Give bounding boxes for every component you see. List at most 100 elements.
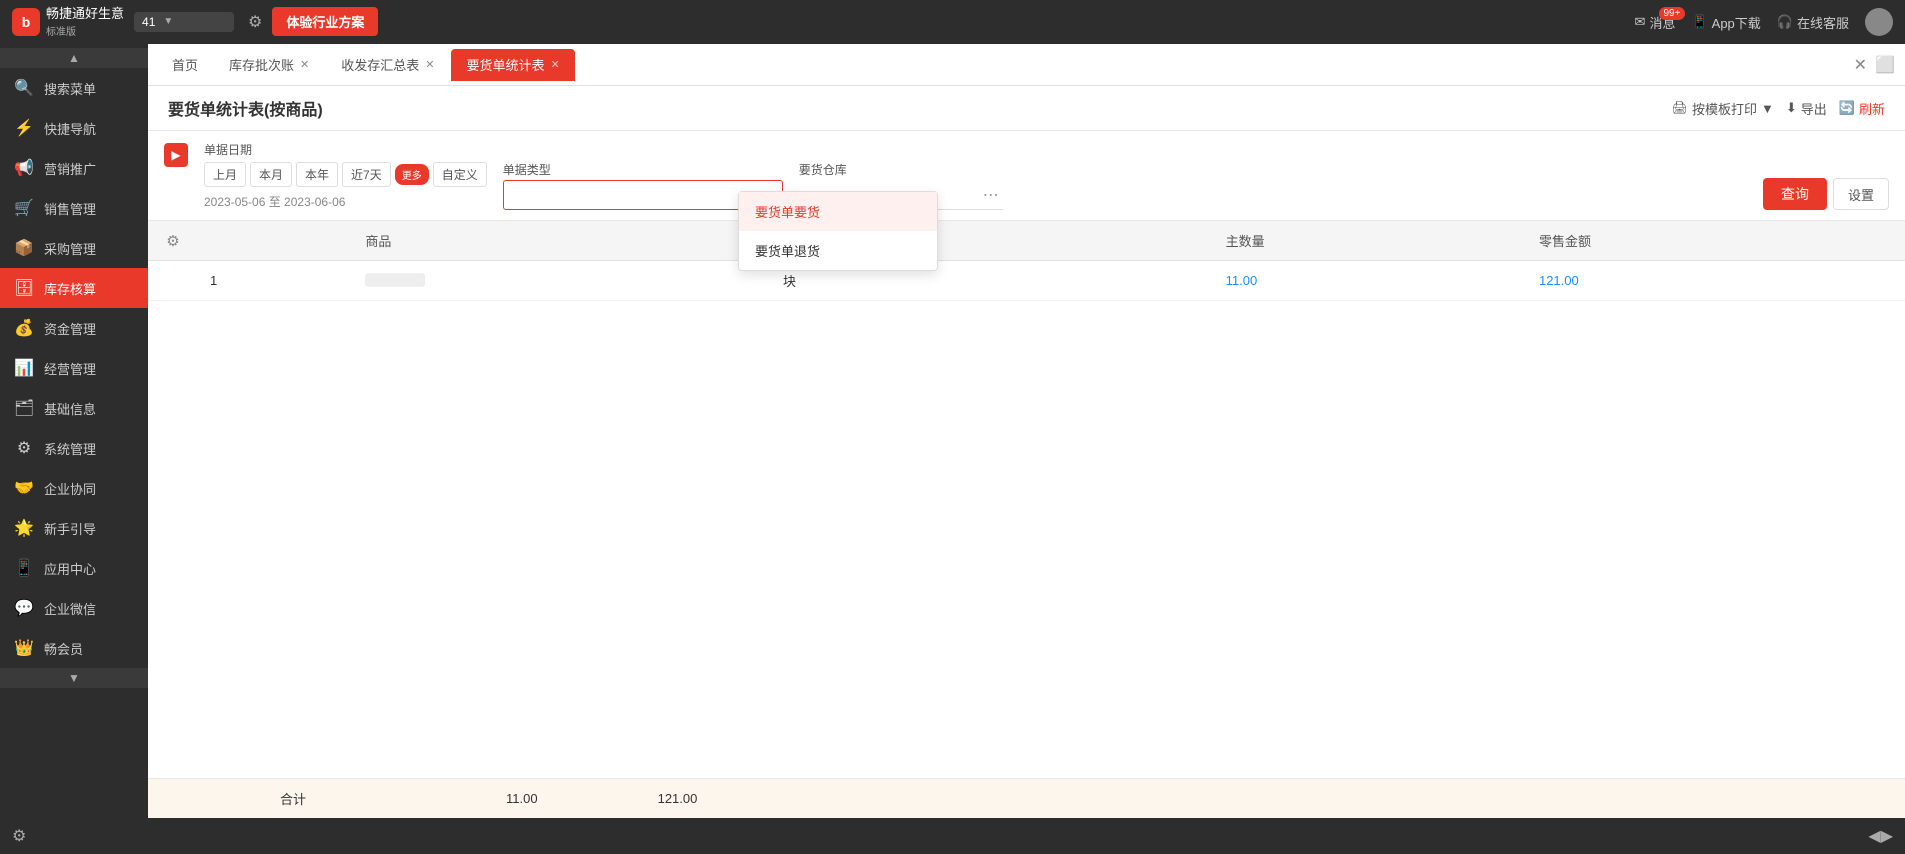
table-settings-icon[interactable]: ⚙ [166, 233, 179, 250]
refresh-btn-label: 刷新 [1859, 99, 1885, 118]
online-service-btn[interactable]: 🎧 在线客服 [1777, 13, 1849, 32]
table-header-row: ⚙ 商品 主计量单位 主数量 零售金额 [148, 221, 1905, 261]
maximize-window-icon[interactable]: ⬜ [1875, 55, 1895, 75]
top-header: b 畅捷通好生意 标准版 41 ▼ ⚙ 体验行业方案 ✉ 消息 99+ 📱 Ap… [0, 0, 1905, 44]
sidebar-item-marketing[interactable]: 📢 营销推广 [0, 148, 148, 188]
filter-bar-inner: 单据日期 上月 本月 本年 近7天 更多 自定义 2023-05-06 至 20… [204, 141, 1889, 210]
date-btn-more[interactable]: 更多 [395, 164, 429, 185]
date-btn-last-7days[interactable]: 近7天 [342, 162, 391, 187]
sidebar-item-guide[interactable]: 🌟 新手引导 [0, 508, 148, 548]
page-title: 要货单统计表(按商品) [168, 96, 323, 120]
col-product: 商品 [353, 221, 771, 261]
sidebar-item-finance[interactable]: 💰 资金管理 [0, 308, 148, 348]
inventory-icon: 🗄 [14, 278, 34, 298]
tab-order-summary[interactable]: 要货单统计表 ✕ [451, 49, 574, 81]
sidebar-label-members: 畅会员 [44, 639, 83, 658]
sidebar-item-quick-nav[interactable]: ⚡ 快捷导航 [0, 108, 148, 148]
type-dropdown: 要货单要货 要货单退货 [738, 191, 938, 271]
sidebar-item-purchase[interactable]: 📦 采购管理 [0, 228, 148, 268]
purchase-icon: 📦 [14, 238, 34, 258]
filter-expand-btn[interactable]: ▶ [164, 143, 188, 167]
export-btn[interactable]: ⬇ 导出 [1786, 99, 1827, 118]
user-avatar[interactable] [1865, 8, 1893, 36]
qty-link[interactable]: 11.00 [1226, 273, 1258, 288]
export-icon: ⬇ [1786, 100, 1797, 116]
quick-nav-icon: ⚡ [14, 118, 34, 138]
close-window-icon[interactable]: ✕ [1854, 55, 1867, 75]
basics-icon: 🗂 [14, 398, 34, 418]
tab-close-inventory-batch[interactable]: ✕ [300, 58, 309, 71]
dropdown-item-order[interactable]: 要货单要货 [739, 192, 937, 231]
bottom-collapse-icon[interactable]: ◀▶ [1868, 826, 1893, 846]
store-selector[interactable]: 41 ▼ [134, 12, 234, 32]
data-table: ⚙ 商品 主计量单位 主数量 零售金额 1 [148, 221, 1905, 301]
headset-icon: 🎧 [1777, 14, 1793, 30]
sidebar-label-app-center: 应用中心 [44, 559, 96, 578]
warehouse-more-icon[interactable]: ⋯ [983, 185, 999, 205]
sidebar-item-basics[interactable]: 🗂 基础信息 [0, 388, 148, 428]
date-filter-group: 单据日期 上月 本月 本年 近7天 更多 自定义 2023-05-06 至 20… [204, 141, 487, 210]
sidebar-scroll-down[interactable]: ▼ [0, 668, 148, 688]
tab-bar: 首页 库存批次账 ✕ 收发存汇总表 ✕ 要货单统计表 ✕ ✕ ⬜ [148, 44, 1905, 86]
header-left: b 畅捷通好生意 标准版 41 ▼ ⚙ 体验行业方案 [12, 6, 378, 38]
tab-close-order-summary[interactable]: ✕ [551, 58, 560, 71]
date-btn-this-year[interactable]: 本年 [296, 162, 338, 187]
col-index [198, 221, 353, 261]
finance-icon: 💰 [14, 318, 34, 338]
setup-btn[interactable]: 设置 [1833, 178, 1889, 210]
sidebar-label-finance: 资金管理 [44, 319, 96, 338]
footer-qty: 11.00 [506, 791, 538, 806]
tab-close-receive-summary[interactable]: ✕ [425, 58, 434, 71]
app-download-label: App下载 [1712, 13, 1761, 32]
sidebar-label-wechat: 企业微信 [44, 599, 96, 618]
sidebar-scroll-up[interactable]: ▲ [0, 48, 148, 68]
sidebar-item-app-center[interactable]: 📱 应用中心 [0, 548, 148, 588]
dropdown-item-return[interactable]: 要货单退货 [739, 231, 937, 270]
sales-icon: 🛒 [14, 198, 34, 218]
sidebar-label-guide: 新手引导 [44, 519, 96, 538]
sidebar-item-sales[interactable]: 🛒 销售管理 [0, 188, 148, 228]
page-body: 要货单统计表(按商品) 🖨 按模板打印 ▼ ⬇ 导出 🔄 刷新 [148, 86, 1905, 818]
date-btn-last-month[interactable]: 上月 [204, 162, 246, 187]
sidebar-item-system[interactable]: ⚙ 系统管理 [0, 428, 148, 468]
online-service-label: 在线客服 [1797, 13, 1849, 32]
sidebar-label-purchase: 采购管理 [44, 239, 96, 258]
sidebar-item-inventory[interactable]: 🗄 库存核算 [0, 268, 148, 308]
sidebar-label-enterprise: 企业协同 [44, 479, 96, 498]
tab-receive-summary[interactable]: 收发存汇总表 ✕ [326, 49, 449, 81]
product-name-blurred [365, 273, 425, 287]
search-icon: 🔍 [14, 78, 34, 98]
header-right: ✉ 消息 99+ 📱 App下载 🎧 在线客服 [1635, 8, 1893, 36]
logo-text-group: 畅捷通好生意 标准版 [46, 6, 124, 38]
print-btn[interactable]: 🖨 按模板打印 ▼ [1671, 99, 1773, 118]
messages-btn[interactable]: ✉ 消息 99+ [1635, 13, 1676, 32]
sidebar-item-operations[interactable]: 📊 经营管理 [0, 348, 148, 388]
app-center-icon: 📱 [14, 558, 34, 578]
date-range-display: 2023-05-06 至 2023-06-06 [204, 193, 487, 210]
cell-settings [148, 261, 198, 301]
query-btn[interactable]: 查询 [1763, 178, 1827, 210]
sidebar-item-members[interactable]: 👑 畅会员 [0, 628, 148, 668]
amount-link[interactable]: 121.00 [1539, 273, 1579, 288]
logo-area: b 畅捷通好生意 标准版 [12, 6, 124, 38]
table-footer: 合计 11.00 121.00 [148, 778, 1905, 818]
date-btn-this-month[interactable]: 本月 [250, 162, 292, 187]
header-settings-icon[interactable]: ⚙ [248, 12, 262, 32]
type-select-input[interactable] [512, 188, 764, 203]
main-layout: ▲ 🔍 搜索菜单 ⚡ 快捷导航 📢 营销推广 🛒 销售管理 📦 采购管理 🗄 库… [0, 44, 1905, 818]
refresh-btn[interactable]: 🔄 刷新 [1839, 99, 1885, 118]
bottom-settings-icon[interactable]: ⚙ [12, 826, 26, 846]
sidebar-label-inventory: 库存核算 [44, 279, 96, 298]
sidebar-item-enterprise[interactable]: 🤝 企业协同 [0, 468, 148, 508]
system-icon: ⚙ [14, 438, 34, 458]
cell-product [353, 261, 771, 301]
tab-home[interactable]: 首页 [158, 49, 212, 81]
sidebar-item-search[interactable]: 🔍 搜索菜单 [0, 68, 148, 108]
date-btn-custom[interactable]: 自定义 [433, 162, 487, 187]
sidebar-label-basics: 基础信息 [44, 399, 96, 418]
sidebar-item-wechat[interactable]: 💬 企业微信 [0, 588, 148, 628]
tab-inventory-batch[interactable]: 库存批次账 ✕ [214, 49, 324, 81]
app-download-btn[interactable]: 📱 App下载 [1691, 13, 1760, 32]
industry-btn[interactable]: 体验行业方案 [272, 7, 378, 36]
store-arrow-icon: ▼ [163, 16, 173, 27]
